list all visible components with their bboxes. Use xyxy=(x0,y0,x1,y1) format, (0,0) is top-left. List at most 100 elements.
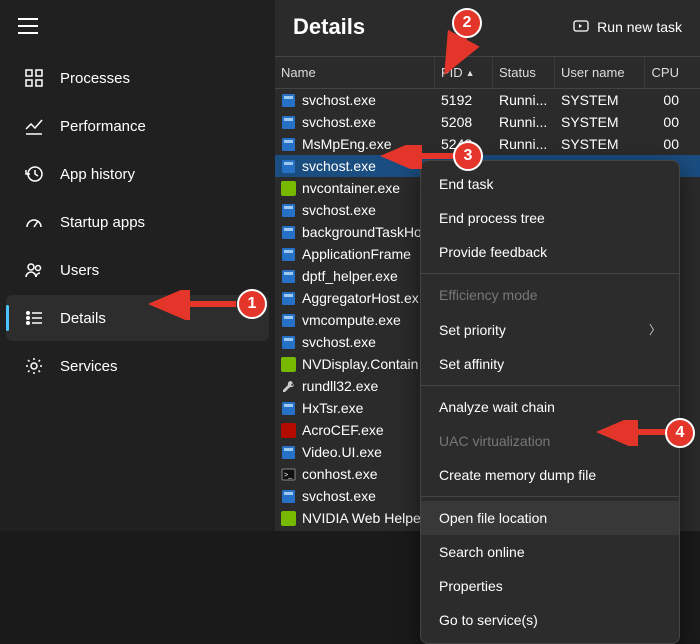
context-menu-label: Provide feedback xyxy=(439,244,547,260)
process-pid: 5192 xyxy=(435,92,493,108)
process-icon xyxy=(281,115,296,130)
hamburger-menu[interactable] xyxy=(0,8,275,49)
process-name: svchost.exe xyxy=(302,92,376,108)
col-pid[interactable]: PID▲ xyxy=(435,57,493,88)
context-menu-label: UAC virtualization xyxy=(439,433,550,449)
process-status: Runni... xyxy=(493,114,555,130)
context-menu-label: Efficiency mode xyxy=(439,287,538,303)
process-icon: >_ xyxy=(281,467,296,482)
table-row[interactable]: svchost.exe5192Runni...SYSTEM00 xyxy=(275,89,700,111)
process-icon xyxy=(281,93,296,108)
gauge-icon xyxy=(24,212,44,232)
annotation-marker-2: 2 xyxy=(452,8,482,38)
sidebar-item-label: Performance xyxy=(60,118,146,135)
col-cpu[interactable]: CPU xyxy=(645,57,685,88)
sidebar-item-label: App history xyxy=(60,166,135,183)
run-new-task-button[interactable]: Run new task xyxy=(573,18,682,37)
process-icon xyxy=(281,181,296,196)
process-name: rundll32.exe xyxy=(302,378,378,394)
process-name: Video.UI.exe xyxy=(302,444,382,460)
context-menu-set-priority[interactable]: Set priority 〉 xyxy=(421,312,679,347)
process-icon xyxy=(281,247,296,262)
process-name: NVIDIA Web Helpe xyxy=(302,510,421,526)
process-status: Runni... xyxy=(493,136,555,152)
table-header: Name PID▲ Status User name CPU xyxy=(275,56,700,89)
sidebar-item-label: Users xyxy=(60,262,99,279)
sidebar-item-details[interactable]: Details xyxy=(6,295,269,341)
process-icon xyxy=(281,225,296,240)
context-menu-label: Set affinity xyxy=(439,356,504,372)
process-name: dptf_helper.exe xyxy=(302,268,398,284)
list-icon xyxy=(24,308,44,328)
process-user: SYSTEM xyxy=(555,114,645,130)
context-menu-label: Set priority xyxy=(439,322,506,338)
chart-icon xyxy=(24,116,44,136)
process-icon xyxy=(281,335,296,350)
process-icon xyxy=(281,401,296,416)
page-title: Details xyxy=(293,14,365,40)
process-icon xyxy=(281,511,296,526)
context-menu-properties[interactable]: Properties xyxy=(421,569,679,603)
context-menu-end-task[interactable]: End task xyxy=(421,167,679,201)
table-row[interactable]: svchost.exe5208Runni...SYSTEM00 xyxy=(275,111,700,133)
svg-text:>_: >_ xyxy=(284,472,292,479)
process-status: Runni... xyxy=(493,92,555,108)
sidebar-item-services[interactable]: Services xyxy=(6,343,269,389)
process-icon xyxy=(281,379,296,394)
context-menu-label: Open file location xyxy=(439,510,547,526)
process-user: SYSTEM xyxy=(555,92,645,108)
col-status[interactable]: Status xyxy=(493,57,555,88)
context-menu-label: End task xyxy=(439,176,493,192)
process-name: AggregatorHost.ex xyxy=(302,290,419,306)
process-icon xyxy=(281,357,296,372)
process-icon xyxy=(281,445,296,460)
context-menu-end-process-tree[interactable]: End process tree xyxy=(421,201,679,235)
context-menu-search-online[interactable]: Search online xyxy=(421,535,679,569)
context-menu-separator xyxy=(421,496,679,497)
context-menu-separator xyxy=(421,273,679,274)
context-menu-set-affinity[interactable]: Set affinity xyxy=(421,347,679,381)
col-user[interactable]: User name xyxy=(555,57,645,88)
process-name: backgroundTaskHo xyxy=(302,224,422,240)
process-name: svchost.exe xyxy=(302,114,376,130)
process-icon xyxy=(281,313,296,328)
process-icon xyxy=(281,269,296,284)
context-menu-label: Analyze wait chain xyxy=(439,399,555,415)
context-menu-analyze-wait-chain[interactable]: Analyze wait chain xyxy=(421,390,679,424)
context-menu-label: Properties xyxy=(439,578,503,594)
sidebar-item-performance[interactable]: Performance xyxy=(6,103,269,149)
process-icon xyxy=(281,203,296,218)
context-menu-provide-feedback[interactable]: Provide feedback xyxy=(421,235,679,269)
sidebar-item-processes[interactable]: Processes xyxy=(6,55,269,101)
context-menu-open-file-location[interactable]: Open file location xyxy=(421,501,679,535)
context-menu-separator xyxy=(421,385,679,386)
col-name[interactable]: Name xyxy=(275,57,435,88)
sidebar-item-users[interactable]: Users xyxy=(6,247,269,293)
history-icon xyxy=(24,164,44,184)
process-name: MsMpEng.exe xyxy=(302,136,391,152)
gear-icon xyxy=(24,356,44,376)
chevron-right-icon: 〉 xyxy=(649,321,661,338)
process-name: svchost.exe xyxy=(302,158,376,174)
annotation-marker-4: 4 xyxy=(665,418,695,448)
annotation-marker-1: 1 xyxy=(237,289,267,319)
run-task-label: Run new task xyxy=(597,19,682,35)
process-name: conhost.exe xyxy=(302,466,378,482)
sidebar: Processes Performance App history Startup a… xyxy=(0,0,275,531)
sidebar-item-app-history[interactable]: App history xyxy=(6,151,269,197)
process-name: vmcompute.exe xyxy=(302,312,401,328)
run-task-icon xyxy=(573,18,589,37)
context-menu-go-to-service-s-[interactable]: Go to service(s) xyxy=(421,603,679,637)
context-menu-efficiency-mode: Efficiency mode xyxy=(421,278,679,312)
table-row[interactable]: MsMpEng.exe5248Runni...SYSTEM00 xyxy=(275,133,700,155)
context-menu-create-memory-dump-file[interactable]: Create memory dump file xyxy=(421,458,679,492)
grid-icon xyxy=(24,68,44,88)
context-menu-uac-virtualization: UAC virtualization xyxy=(421,424,679,458)
process-name: NVDisplay.Contain xyxy=(302,356,418,372)
context-menu-label: End process tree xyxy=(439,210,545,226)
process-name: svchost.exe xyxy=(302,202,376,218)
context-menu-label: Create memory dump file xyxy=(439,467,596,483)
context-menu-label: Search online xyxy=(439,544,525,560)
sidebar-item-startup-apps[interactable]: Startup apps xyxy=(6,199,269,245)
process-pid: 5208 xyxy=(435,114,493,130)
